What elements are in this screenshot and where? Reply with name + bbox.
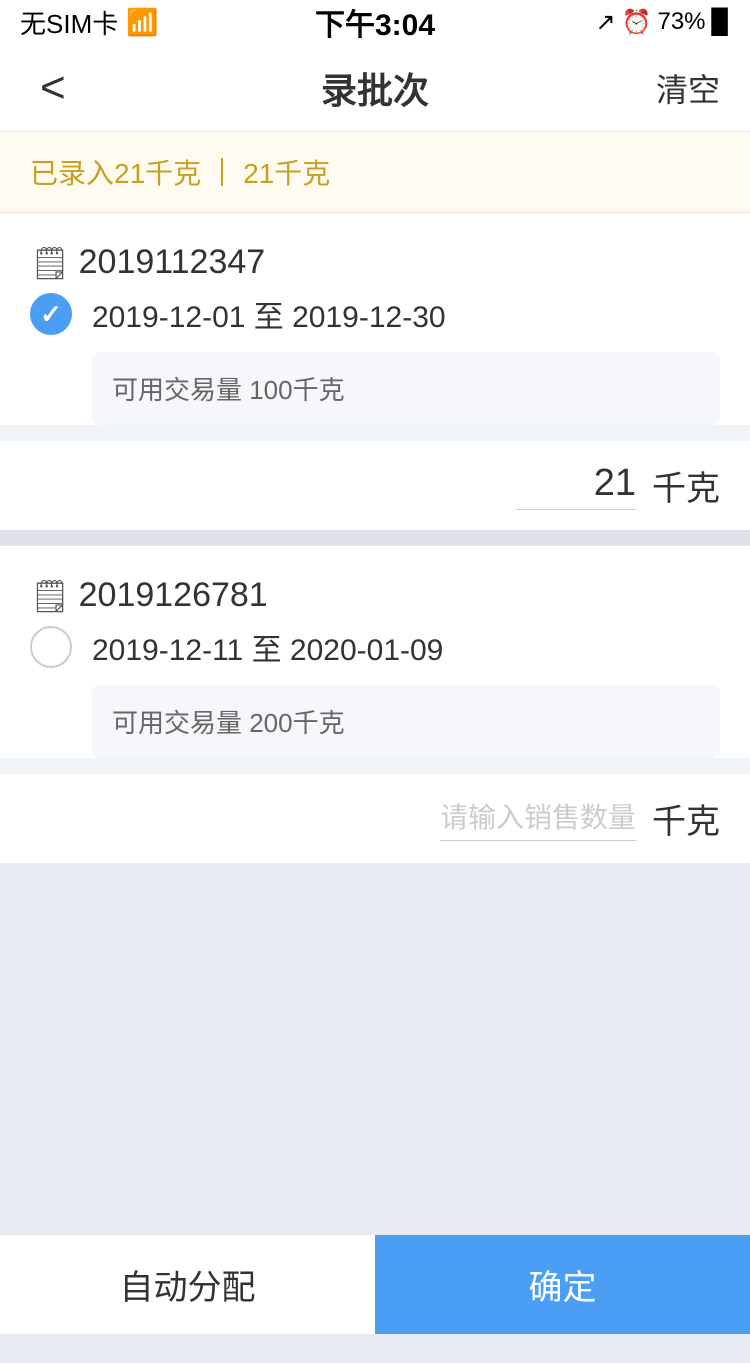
quantity-underline-2: 请输入销售数量 (440, 796, 636, 841)
confirm-button[interactable]: 确定 (375, 1235, 750, 1334)
location-icon: ↗ (595, 8, 615, 37)
status-left: 无SIM卡 📶 (20, 4, 159, 41)
battery-icon: ▉ (712, 8, 730, 37)
quantity-unit-2: 千克 (652, 794, 720, 843)
clear-button[interactable]: 清空 (656, 65, 720, 111)
battery-text: 73% (657, 8, 705, 36)
batch-availability-1: 可用交易量 100千克 (92, 352, 720, 425)
quantity-placeholder-2[interactable]: 请输入销售数量 (440, 796, 636, 836)
batch-icon-2: 🗒 (30, 577, 71, 615)
radio-button-1[interactable] (30, 293, 72, 335)
radio-button-2[interactable] (30, 626, 72, 668)
batch-item-2: 🗒 2019126781 2019-12-11 至 2020-01-09 可用交… (0, 546, 750, 758)
batch-availability-2: 可用交易量 200千克 (92, 685, 720, 758)
info-banner: 已录入21千克 21千克 (0, 132, 750, 213)
wifi-icon: 📶 (126, 7, 158, 38)
batch-header-2: 🗒 2019126781 (30, 576, 720, 615)
carrier-text: 无SIM卡 (20, 4, 118, 41)
quantity-row-2: 请输入销售数量 千克 (0, 774, 750, 863)
quantity-underline-1: 21 (516, 462, 636, 510)
auto-distribute-button[interactable]: 自动分配 (0, 1235, 375, 1334)
batch-id-2: 2019126781 (79, 576, 268, 615)
nav-bar: < 录批次 清空 (0, 44, 750, 132)
batch-date-row-1[interactable]: 2019-12-01 至 2019-12-30 (30, 292, 720, 336)
batch-item-1: 🗒 2019112347 2019-12-01 至 2019-12-30 可用交… (0, 213, 750, 425)
alarm-icon: ⏰ (622, 8, 652, 37)
info-divider (221, 158, 223, 186)
back-button[interactable]: < (30, 53, 76, 123)
status-bar: 无SIM卡 📶 下午3:04 ↗ ⏰ 73% ▉ (0, 0, 750, 44)
section-divider-1 (0, 530, 750, 546)
batch-date-2: 2019-12-11 至 2020-01-09 (92, 625, 443, 669)
batch-date-row-2[interactable]: 2019-12-11 至 2020-01-09 (30, 625, 720, 669)
batch-header-1: 🗒 2019112347 (30, 243, 720, 282)
info-value: 21千克 (243, 152, 330, 192)
batch-icon-1: 🗒 (30, 244, 71, 282)
quantity-row-1: 21 千克 (0, 441, 750, 530)
footer-buttons: 自动分配 确定 (0, 1234, 750, 1334)
batch-id-1: 2019112347 (79, 243, 266, 282)
page-title: 录批次 (321, 62, 429, 114)
info-label: 已录入21千克 (30, 152, 201, 192)
quantity-unit-1: 千克 (652, 461, 720, 510)
status-right: ↗ ⏰ 73% ▉ (595, 8, 730, 37)
batch-date-1: 2019-12-01 至 2019-12-30 (92, 292, 446, 336)
quantity-value-1[interactable]: 21 (516, 462, 636, 505)
status-time: 下午3:04 (315, 0, 435, 44)
